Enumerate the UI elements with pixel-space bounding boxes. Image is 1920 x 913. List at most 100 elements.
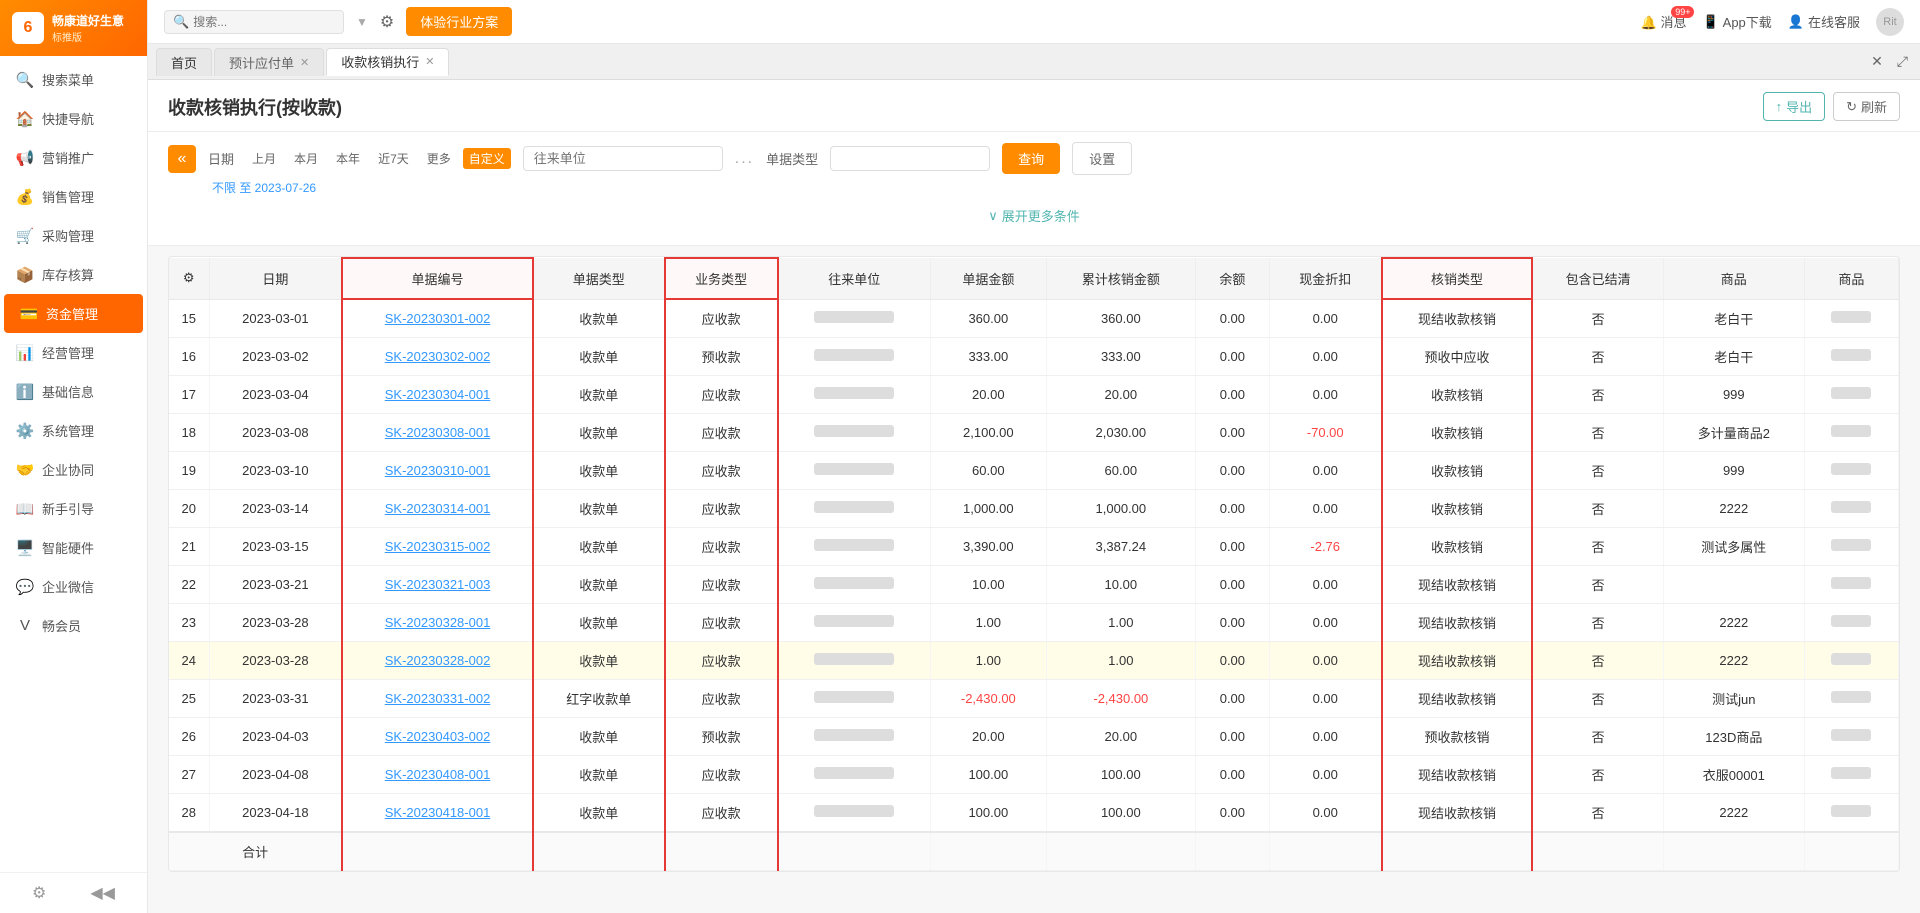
- bill-no-link[interactable]: SK-20230418-001: [385, 805, 491, 820]
- tab-prereceipt-close[interactable]: ✕: [300, 56, 309, 69]
- export-button[interactable]: ↑ 导出: [1763, 92, 1826, 121]
- bill-no-link[interactable]: SK-20230408-001: [385, 767, 491, 782]
- tab-maximize-btn[interactable]: ⤢: [1893, 51, 1912, 72]
- dropdown-arrow-icon[interactable]: ▼: [356, 15, 368, 29]
- bill-no-link[interactable]: SK-20230328-002: [385, 653, 491, 668]
- sidebar-collapse-btn[interactable]: ◀◀: [90, 883, 115, 903]
- app-logo-text: 畅康道好生意 标推版: [52, 12, 124, 44]
- sidebar-settings-btn[interactable]: ⚙: [32, 883, 46, 903]
- cell-date: 2023-03-14: [209, 490, 342, 528]
- cell-amount: 2,100.00: [930, 414, 1046, 452]
- cell-included: 否: [1532, 566, 1663, 604]
- cooperation-icon: 🤝: [16, 461, 34, 479]
- bill-no-link[interactable]: SK-20230314-001: [385, 501, 491, 516]
- cell-close-type: 现结收款核销: [1382, 680, 1533, 718]
- bill-no-link[interactable]: SK-20230331-002: [385, 691, 491, 706]
- cell-cash-disc: 0.00: [1269, 566, 1381, 604]
- sidebar-item-operation[interactable]: 📊 经营管理: [0, 333, 147, 372]
- cell-acc-amount: 3,387.24: [1046, 528, 1195, 566]
- sidebar-item-inventory[interactable]: 📦 库存核算: [0, 255, 147, 294]
- sidebar-item-search[interactable]: 🔍 搜索菜单: [0, 60, 147, 99]
- cell-biz-type: 应收款: [665, 490, 778, 528]
- bill-no-link[interactable]: SK-20230403-002: [385, 729, 491, 744]
- cell-balance: 0.00: [1195, 452, 1269, 490]
- cell-no: 19: [169, 452, 209, 490]
- sidebar-item-basic[interactable]: ℹ️ 基础信息: [0, 372, 147, 411]
- cell-date: 2023-03-31: [209, 680, 342, 718]
- filter-collapse-btn[interactable]: «: [168, 145, 196, 173]
- gear-icon-topbar[interactable]: ⚙: [380, 12, 394, 32]
- topbar-search-input[interactable]: [193, 15, 313, 29]
- sidebar-item-hardware[interactable]: 🖥️ 智能硬件: [0, 528, 147, 567]
- cell-unit: [778, 566, 931, 604]
- notification-area[interactable]: 🔔 消息 99+: [1641, 12, 1687, 31]
- bill-no-link[interactable]: SK-20230302-002: [385, 349, 491, 364]
- date-more[interactable]: 更多: [421, 148, 457, 169]
- sidebar-item-sales[interactable]: 💰 销售管理: [0, 177, 147, 216]
- app-download-link[interactable]: 📱 App下载: [1702, 12, 1771, 31]
- unit-input[interactable]: [523, 146, 723, 171]
- cell-no: 23: [169, 604, 209, 642]
- th-goods2: 商品: [1804, 258, 1898, 299]
- table-wrapper: ⚙ 日期 单据编号 单据类型 业务类型 往来单位 单据金额 累计核销金额 余额 …: [168, 256, 1900, 872]
- date-7days[interactable]: 近7天: [372, 148, 415, 169]
- bill-no-link[interactable]: SK-20230328-001: [385, 615, 491, 630]
- cell-acc-amount: 333.00: [1046, 338, 1195, 376]
- cell-balance: 0.00: [1195, 414, 1269, 452]
- sidebar-item-guide[interactable]: 📖 新手引导: [0, 489, 147, 528]
- tab-receipt-close[interactable]: 收款核销执行 ✕: [326, 48, 449, 76]
- cell-no: 27: [169, 756, 209, 794]
- bill-no-link[interactable]: SK-20230321-003: [385, 577, 491, 592]
- cell-bill-no: SK-20230403-002: [342, 718, 533, 756]
- date-label: 日期: [208, 149, 234, 168]
- table-row: 20 2023-03-14 SK-20230314-001 收款单 应收款 1,…: [169, 490, 1899, 528]
- cell-no: 22: [169, 566, 209, 604]
- th-goods1: 商品: [1663, 258, 1804, 299]
- sidebar-item-purchase[interactable]: 🛒 采购管理: [0, 216, 147, 255]
- cell-goods2: [1804, 756, 1898, 794]
- setting-button[interactable]: 设置: [1072, 142, 1132, 175]
- tab-prereceipt[interactable]: 预计应付单 ✕: [214, 48, 324, 76]
- bill-no-link[interactable]: SK-20230315-002: [385, 539, 491, 554]
- sidebar-item-cooperation[interactable]: 🤝 企业协同: [0, 450, 147, 489]
- cell-goods2: [1804, 528, 1898, 566]
- tabs-bar: 首页 预计应付单 ✕ 收款核销执行 ✕ ✕ ⤢: [148, 44, 1920, 80]
- query-button[interactable]: 查询: [1002, 143, 1060, 174]
- tab-receipt-close-btn[interactable]: ✕: [425, 55, 434, 68]
- bill-no-link[interactable]: SK-20230304-001: [385, 387, 491, 402]
- bill-no-link[interactable]: SK-20230310-001: [385, 463, 491, 478]
- cell-balance: 0.00: [1195, 756, 1269, 794]
- bill-no-link[interactable]: SK-20230308-001: [385, 425, 491, 440]
- refresh-button[interactable]: ↻ 刷新: [1833, 92, 1900, 121]
- bill-no-link[interactable]: SK-20230301-002: [385, 311, 491, 326]
- table-row: 24 2023-03-28 SK-20230328-002 收款单 应收款 1.…: [169, 642, 1899, 680]
- user-avatar[interactable]: Rit: [1876, 8, 1904, 36]
- type-select[interactable]: [830, 146, 990, 171]
- cell-goods1: 2222: [1663, 642, 1804, 680]
- table-row: 15 2023-03-01 SK-20230301-002 收款单 应收款 36…: [169, 299, 1899, 338]
- sidebar-item-member[interactable]: V 畅会员: [0, 606, 147, 645]
- date-this-month[interactable]: 本月: [288, 148, 324, 169]
- cell-date: 2023-04-08: [209, 756, 342, 794]
- topbar-search-box[interactable]: 🔍: [164, 10, 344, 34]
- tab-home[interactable]: 首页: [156, 48, 212, 76]
- th-settings[interactable]: ⚙: [169, 258, 209, 299]
- sidebar-item-finance[interactable]: 💳 资金管理: [4, 294, 143, 333]
- expand-btn[interactable]: ∨ 展开更多条件: [988, 200, 1080, 231]
- cell-unit: [778, 490, 931, 528]
- sidebar-item-wechat[interactable]: 💬 企业微信: [0, 567, 147, 606]
- sidebar-item-marketing[interactable]: 📢 营销推广: [0, 138, 147, 177]
- sidebar-item-quick[interactable]: 🏠 快捷导航: [0, 99, 147, 138]
- cell-bill-type: 收款单: [533, 490, 665, 528]
- solution-button[interactable]: 体验行业方案: [406, 7, 512, 36]
- cell-acc-amount: 100.00: [1046, 756, 1195, 794]
- date-last-month[interactable]: 上月: [246, 148, 282, 169]
- sidebar-item-system[interactable]: ⚙️ 系统管理: [0, 411, 147, 450]
- inventory-icon: 📦: [16, 266, 34, 284]
- date-this-year[interactable]: 本年: [330, 148, 366, 169]
- tab-close-all-btn[interactable]: ✕: [1867, 51, 1887, 72]
- online-service-link[interactable]: 👤 在线客服: [1788, 12, 1860, 31]
- table-row: 16 2023-03-02 SK-20230302-002 收款单 预收款 33…: [169, 338, 1899, 376]
- summary-biz-type: [665, 832, 778, 871]
- date-custom[interactable]: 自定义: [463, 148, 511, 169]
